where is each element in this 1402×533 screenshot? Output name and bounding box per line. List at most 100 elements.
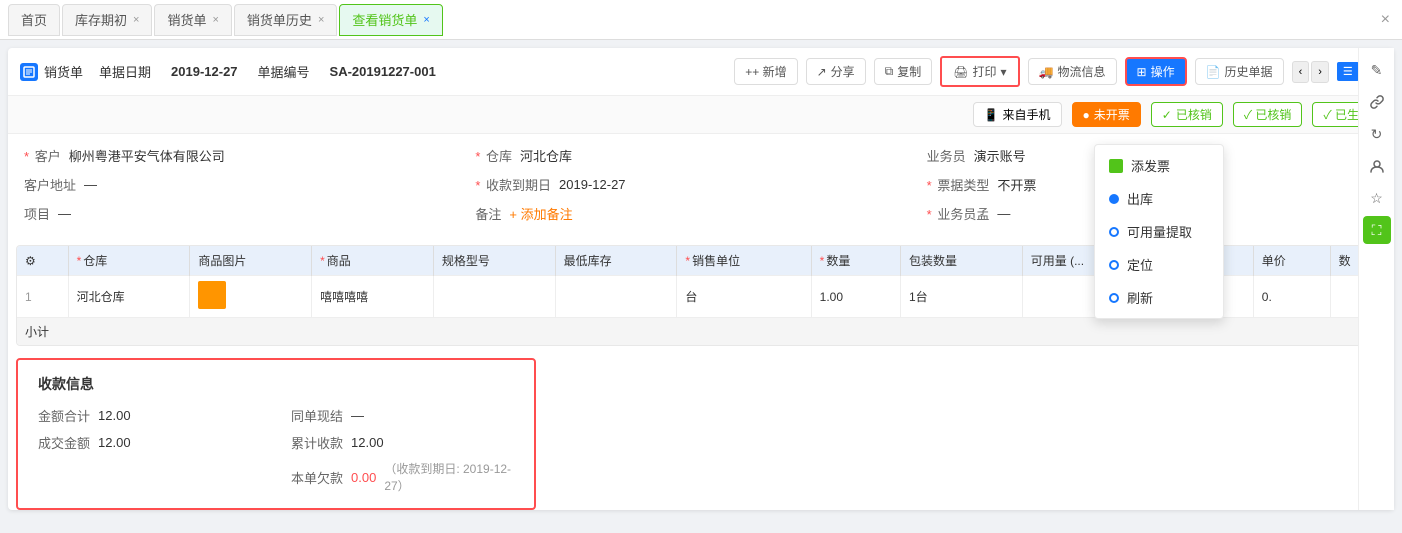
tab-view-sales[interactable]: 查看销货单 ×	[339, 4, 442, 36]
prev-button[interactable]: ‹	[1292, 61, 1310, 83]
transaction-amount-value: 12.00	[98, 435, 131, 450]
print-button[interactable]: 🖨 打印 ▾	[943, 59, 1016, 84]
project-value: —	[58, 206, 71, 221]
sidebar-expand-icon[interactable]: ⛶	[1363, 216, 1391, 244]
overdue-label: 本单欠款	[291, 468, 343, 487]
remark-field: 备注 + 添加备注	[475, 204, 926, 223]
product-image	[198, 281, 226, 309]
row-unit-price-cell: 0.	[1253, 276, 1330, 318]
print-icon: 🖨	[953, 65, 968, 79]
sidebar-edit-icon[interactable]: ✎	[1363, 56, 1391, 84]
phone-icon: 📱	[984, 108, 999, 122]
add-invoice-icon	[1109, 159, 1123, 173]
tab-home[interactable]: 首页	[8, 4, 60, 36]
tab-home-label: 首页	[21, 10, 47, 29]
logistics-icon: 🚚	[1039, 65, 1054, 79]
col-unit: 销售单位	[677, 246, 811, 276]
sidebar-star-icon[interactable]: ☆	[1363, 184, 1391, 212]
sidebar-refresh-icon[interactable]: ↻	[1363, 120, 1391, 148]
view-list-button[interactable]: ☰	[1337, 62, 1359, 81]
doc-header: 销货单 单据日期 2019-12-27 单据编号 SA-20191227-001…	[8, 48, 1394, 96]
subtotal-row: 小计	[17, 318, 1385, 346]
project-label: 项目	[24, 204, 50, 223]
print-highlight-box: 🖨 打印 ▾	[940, 56, 1019, 87]
total-amount-value: 12.00	[98, 408, 131, 423]
menu-item-locate[interactable]: 定位	[1095, 248, 1223, 281]
confirm-button[interactable]: ✓ 已核销	[1151, 102, 1223, 127]
tab-sales-history-close[interactable]: ×	[318, 14, 324, 26]
row-quantity-cell: 1.00	[811, 276, 900, 318]
history-button[interactable]: 📄 历史单据	[1195, 58, 1284, 85]
copy-icon: ⧉	[885, 64, 894, 79]
col-unit-price: 单价	[1253, 246, 1330, 276]
tab-inventory-label: 库存期初	[75, 10, 127, 29]
share-icon: ↗	[817, 65, 827, 79]
menu-item-refresh[interactable]: 刷新	[1095, 281, 1223, 314]
col-settings: ⚙	[17, 246, 68, 276]
history-icon: 📄	[1206, 65, 1221, 79]
payment-date-field: * 收款到期日 2019-12-27	[475, 175, 926, 194]
operation-dropdown: 添发票 出库 可用量提取 定位 刷新	[1094, 144, 1224, 319]
project-field: 项目 —	[24, 204, 475, 223]
available-qty-icon	[1109, 227, 1119, 237]
doc-title-area: 销货单	[20, 62, 83, 81]
outbound-label: 出库	[1127, 189, 1153, 208]
sidebar-user-icon[interactable]	[1363, 152, 1391, 180]
share-button[interactable]: ↗ 分享	[806, 58, 866, 85]
address-label: 客户地址	[24, 175, 76, 194]
outbound-icon	[1109, 194, 1119, 204]
tab-bar: 首页 库存期初 × 销货单 × 销货单历史 × 查看销货单 × ×	[0, 0, 1402, 40]
staff2-value: —	[997, 206, 1010, 221]
remark-label: 备注	[475, 204, 501, 223]
row-min-stock-cell	[555, 276, 677, 318]
row-unit-cell: 台	[677, 276, 811, 318]
main-area: 销货单 单据日期 2019-12-27 单据编号 SA-20191227-001…	[8, 48, 1394, 510]
ticket-type-value: 不开票	[997, 175, 1036, 194]
col-spec: 规格型号	[433, 246, 555, 276]
status-bar: 📱 来自手机 ● 未开票 ✓ 已核销 ✓ 已核销 ✓ 已生效	[8, 96, 1394, 134]
tab-inventory-close[interactable]: ×	[133, 14, 139, 26]
operation-button[interactable]: ⊞ 操作	[1125, 57, 1187, 86]
row-num-cell: 1	[17, 276, 68, 318]
locate-label: 定位	[1127, 255, 1153, 274]
sidebar-link-icon[interactable]	[1363, 88, 1391, 116]
not-open-button[interactable]: ● 未开票	[1072, 102, 1141, 127]
add-invoice-label: 添发票	[1131, 156, 1170, 175]
remark-add-link[interactable]: + 添加备注	[509, 204, 572, 223]
toolbar-right: + + 新增 ↗ 分享 ⧉ 复制 🖨 打印 ▾ 🚚 物流信息	[734, 56, 1382, 87]
row-spec-cell	[433, 276, 555, 318]
add-button[interactable]: + + 新增	[734, 58, 797, 85]
collection-grid: 金额合计 12.00 同单现结 — 成交金额 12.00 累计收款 12.00 …	[38, 406, 514, 494]
total-amount-row: 金额合计 12.00	[38, 406, 261, 425]
col-product: 商品	[312, 246, 434, 276]
window-close-button[interactable]: ×	[1381, 11, 1390, 29]
available-qty-label: 可用量提取	[1127, 222, 1192, 241]
transaction-amount-label: 成交金额	[38, 433, 90, 452]
checkmark-icon: ✓	[1244, 108, 1252, 122]
tab-sales[interactable]: 销货单 ×	[154, 4, 231, 36]
overdue-row: 本单欠款 0.00 （收款到期日: 2019-12-27）	[291, 460, 514, 494]
payment-date-label: * 收款到期日	[475, 175, 551, 194]
warehouse-label: * 仓库	[475, 146, 512, 165]
col-min-stock: 最低库存	[555, 246, 677, 276]
locate-icon	[1109, 260, 1119, 270]
canceled-button[interactable]: ✓ 已核销	[1233, 102, 1303, 127]
total-amount-label: 金额合计	[38, 406, 90, 425]
tab-sales-history[interactable]: 销货单历史 ×	[234, 4, 337, 36]
number-value: SA-20191227-001	[330, 64, 436, 79]
operation-icon: ⊞	[1137, 65, 1147, 79]
logistics-button[interactable]: 🚚 物流信息	[1028, 58, 1117, 85]
tab-sales-close[interactable]: ×	[212, 14, 218, 26]
cumulative-row: 累计收款 12.00	[291, 433, 514, 452]
tab-view-sales-close[interactable]: ×	[423, 14, 429, 26]
menu-item-outbound[interactable]: 出库	[1095, 182, 1223, 215]
menu-item-available-qty[interactable]: 可用量提取	[1095, 215, 1223, 248]
staff-value: 演示账号	[974, 146, 1026, 165]
next-button[interactable]: ›	[1311, 61, 1329, 83]
from-phone-button[interactable]: 📱 来自手机	[973, 102, 1062, 127]
row-image-cell	[190, 276, 312, 318]
menu-item-add-invoice[interactable]: 添发票	[1095, 149, 1223, 182]
tab-inventory[interactable]: 库存期初 ×	[62, 4, 152, 36]
collection-title: 收款信息	[38, 374, 514, 394]
copy-button[interactable]: ⧉ 复制	[874, 58, 933, 85]
